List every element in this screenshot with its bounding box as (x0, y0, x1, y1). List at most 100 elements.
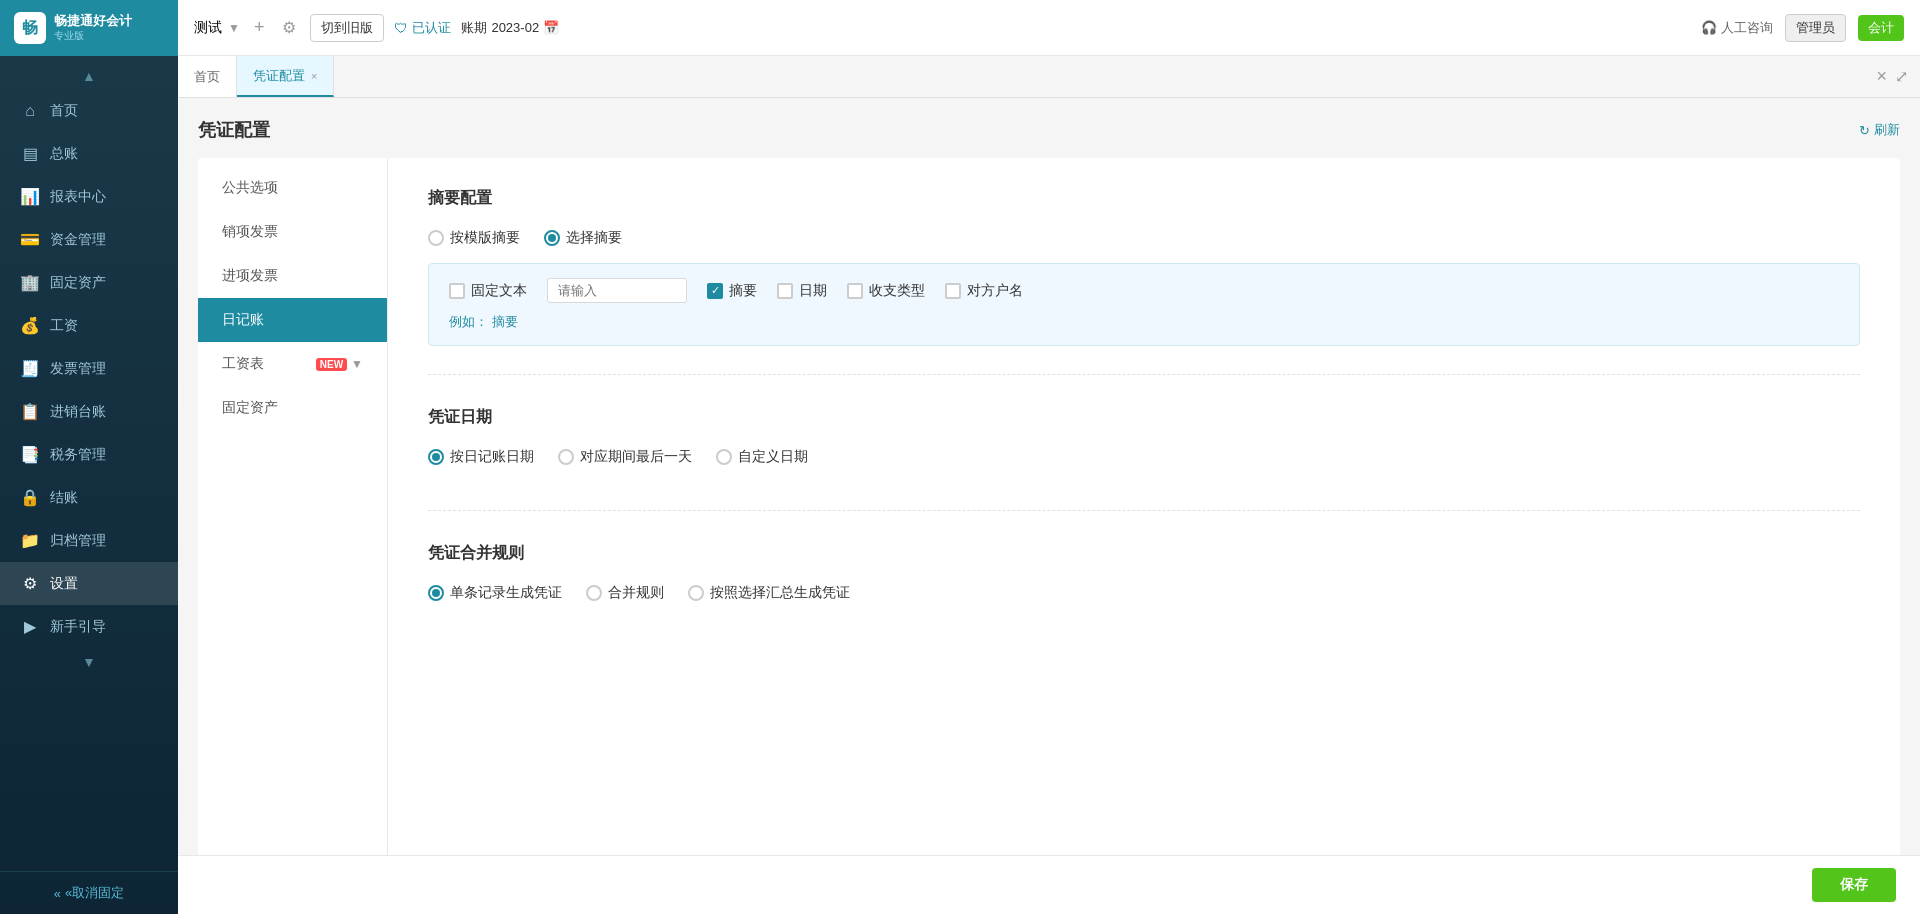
radio-journal-date[interactable]: 按日记账日期 (428, 448, 534, 466)
sidebar: 畅 畅捷通好会计 专业版 ▲ ⌂ 首页 ▤ 总账 📊 报表中心 💳 资金管理 🏢… (0, 0, 178, 914)
tabbar-actions: × ⤢ (1864, 56, 1920, 97)
sidebar-item-guide[interactable]: ▶ 新手引导 (0, 605, 178, 648)
refresh-icon: ↻ (1859, 123, 1870, 138)
sidebar-scroll-up[interactable]: ▲ (0, 62, 178, 90)
fixed-text-input[interactable] (547, 278, 687, 303)
checkbox-summary[interactable]: 摘要 (707, 282, 757, 300)
config-nav-journal-label: 日记账 (222, 311, 264, 329)
shield-icon: 🛡 (394, 20, 408, 36)
checkbox-summary-box (707, 283, 723, 299)
summary-section-title: 摘要配置 (428, 188, 1860, 209)
consult-text: 人工咨询 (1721, 19, 1773, 37)
save-button[interactable]: 保存 (1812, 868, 1896, 902)
config-nav-fixed-assets-label: 固定资产 (222, 399, 278, 417)
checkbox-fixed-text-label: 固定文本 (471, 282, 527, 300)
date-section: 凭证日期 按日记账日期 对应期间最后一天 自定义日期 (428, 407, 1860, 511)
close-books-icon: 🔒 (20, 488, 40, 507)
sidebar-item-label: 总账 (50, 145, 78, 163)
config-layout: 公共选项 销项发票 进项发票 日记账 工资表 NEW ▼ (198, 158, 1900, 858)
cancel-fixed-button[interactable]: « «取消固定 (0, 871, 178, 914)
config-nav-sales-invoice[interactable]: 销项发票 (198, 210, 387, 254)
radio-select-merge[interactable]: 按照选择汇总生成凭证 (688, 584, 850, 602)
guide-icon: ▶ (20, 617, 40, 636)
config-nav: 公共选项 销项发票 进项发票 日记账 工资表 NEW ▼ (198, 158, 388, 858)
logo-text: 畅捷通好会计 专业版 (54, 13, 132, 44)
radio-select-circle (544, 230, 560, 246)
page-title: 凭证配置 (198, 118, 270, 142)
radio-merge-rule-circle (586, 585, 602, 601)
sidebar-item-invoice[interactable]: 🧾 发票管理 (0, 347, 178, 390)
sidebar-item-label: 税务管理 (50, 446, 106, 464)
config-nav-purchase-invoice[interactable]: 进项发票 (198, 254, 387, 298)
add-project-button[interactable]: + (250, 17, 269, 38)
summary-section: 摘要配置 按模版摘要 选择摘要 (428, 188, 1860, 375)
tabbar-expand-icon[interactable]: ⤢ (1895, 67, 1908, 86)
config-nav-payroll-table[interactable]: 工资表 NEW ▼ (198, 342, 387, 386)
config-content: 摘要配置 按模版摘要 选择摘要 (388, 158, 1900, 858)
consult-button[interactable]: 🎧 人工咨询 (1701, 19, 1773, 37)
radio-last-day[interactable]: 对应期间最后一天 (558, 448, 692, 466)
tax-icon: 📑 (20, 445, 40, 464)
radio-journal-date-circle (428, 449, 444, 465)
checkbox-income-type[interactable]: 收支类型 (847, 282, 925, 300)
sidebar-item-label: 发票管理 (50, 360, 106, 378)
merge-section-title: 凭证合并规则 (428, 543, 1860, 564)
checkbox-counterpart[interactable]: 对方户名 (945, 282, 1023, 300)
sidebar-item-tax[interactable]: 📑 税务管理 (0, 433, 178, 476)
checkbox-fixed-text[interactable]: 固定文本 (449, 282, 527, 300)
archive-icon: 📁 (20, 531, 40, 550)
config-nav-journal[interactable]: 日记账 (198, 298, 387, 342)
checkbox-income-type-label: 收支类型 (869, 282, 925, 300)
headset-icon: 🎧 (1701, 20, 1717, 35)
sidebar-item-stock[interactable]: 📋 进销台账 (0, 390, 178, 433)
radio-custom-date[interactable]: 自定义日期 (716, 448, 808, 466)
sidebar-item-report[interactable]: 📊 报表中心 (0, 175, 178, 218)
switch-old-version-button[interactable]: 切到旧版 (310, 14, 384, 42)
sidebar-item-label: 报表中心 (50, 188, 106, 206)
config-nav-fixed-assets[interactable]: 固定资产 (198, 386, 387, 430)
sidebar-item-ledger[interactable]: ▤ 总账 (0, 132, 178, 175)
summary-radio-group: 按模版摘要 选择摘要 (428, 229, 1860, 247)
tab-voucher-config[interactable]: 凭证配置 × (237, 56, 334, 97)
chevron-down-icon: ▼ (351, 357, 363, 371)
sidebar-item-archive[interactable]: 📁 归档管理 (0, 519, 178, 562)
config-nav-public[interactable]: 公共选项 (198, 166, 387, 210)
refresh-button[interactable]: ↻ 刷新 (1859, 121, 1900, 139)
radio-custom-date-circle (716, 449, 732, 465)
radio-template[interactable]: 按模版摘要 (428, 229, 520, 247)
admin-button[interactable]: 管理员 (1785, 14, 1846, 42)
ledger-icon: ▤ (20, 144, 40, 163)
sidebar-item-payroll[interactable]: 💰 工资 (0, 304, 178, 347)
calendar-icon[interactable]: 📅 (543, 20, 559, 35)
project-chevron-icon[interactable]: ▼ (228, 21, 240, 35)
checkbox-date[interactable]: 日期 (777, 282, 827, 300)
sidebar-item-asset[interactable]: 🏢 固定资产 (0, 261, 178, 304)
radio-select-merge-label: 按照选择汇总生成凭证 (710, 584, 850, 602)
tab-close-icon[interactable]: × (311, 70, 317, 82)
main-content: 凭证配置 ↻ 刷新 公共选项 销项发票 进项发票 日记账 (178, 98, 1920, 914)
radio-select[interactable]: 选择摘要 (544, 229, 622, 247)
sidebar-scroll-down[interactable]: ▼ (0, 648, 178, 676)
radio-template-circle (428, 230, 444, 246)
sidebar-item-label: 工资 (50, 317, 78, 335)
radio-single-circle (428, 585, 444, 601)
sidebar-item-capital[interactable]: 💳 资金管理 (0, 218, 178, 261)
sidebar-item-close[interactable]: 🔒 结账 (0, 476, 178, 519)
tab-home[interactable]: 首页 (178, 56, 237, 97)
radio-merge-rule[interactable]: 合并规则 (586, 584, 664, 602)
date-section-title: 凭证日期 (428, 407, 1860, 428)
sidebar-item-settings[interactable]: ⚙ 设置 (0, 562, 178, 605)
report-icon: 📊 (20, 187, 40, 206)
merge-radio-group: 单条记录生成凭证 合并规则 按照选择汇总生成凭证 (428, 584, 1860, 602)
topbar: 测试 ▼ + ⚙ 切到旧版 🛡 已认证 账期 2023-02 📅 🎧 人工咨询 … (178, 0, 1920, 56)
radio-single-label: 单条记录生成凭证 (450, 584, 562, 602)
content-wrapper: 凭证配置 ↻ 刷新 公共选项 销项发票 进项发票 日记账 (178, 98, 1920, 914)
config-nav-purchase-invoice-label: 进项发票 (222, 267, 278, 285)
accountant-button[interactable]: 会计 (1858, 15, 1904, 41)
topbar-settings-icon[interactable]: ⚙ (278, 18, 300, 37)
capital-icon: 💳 (20, 230, 40, 249)
tabbar-close-icon[interactable]: × (1876, 66, 1887, 87)
sidebar-item-home[interactable]: ⌂ 首页 (0, 90, 178, 132)
page-title-row: 凭证配置 ↻ 刷新 (198, 118, 1900, 142)
radio-single[interactable]: 单条记录生成凭证 (428, 584, 562, 602)
